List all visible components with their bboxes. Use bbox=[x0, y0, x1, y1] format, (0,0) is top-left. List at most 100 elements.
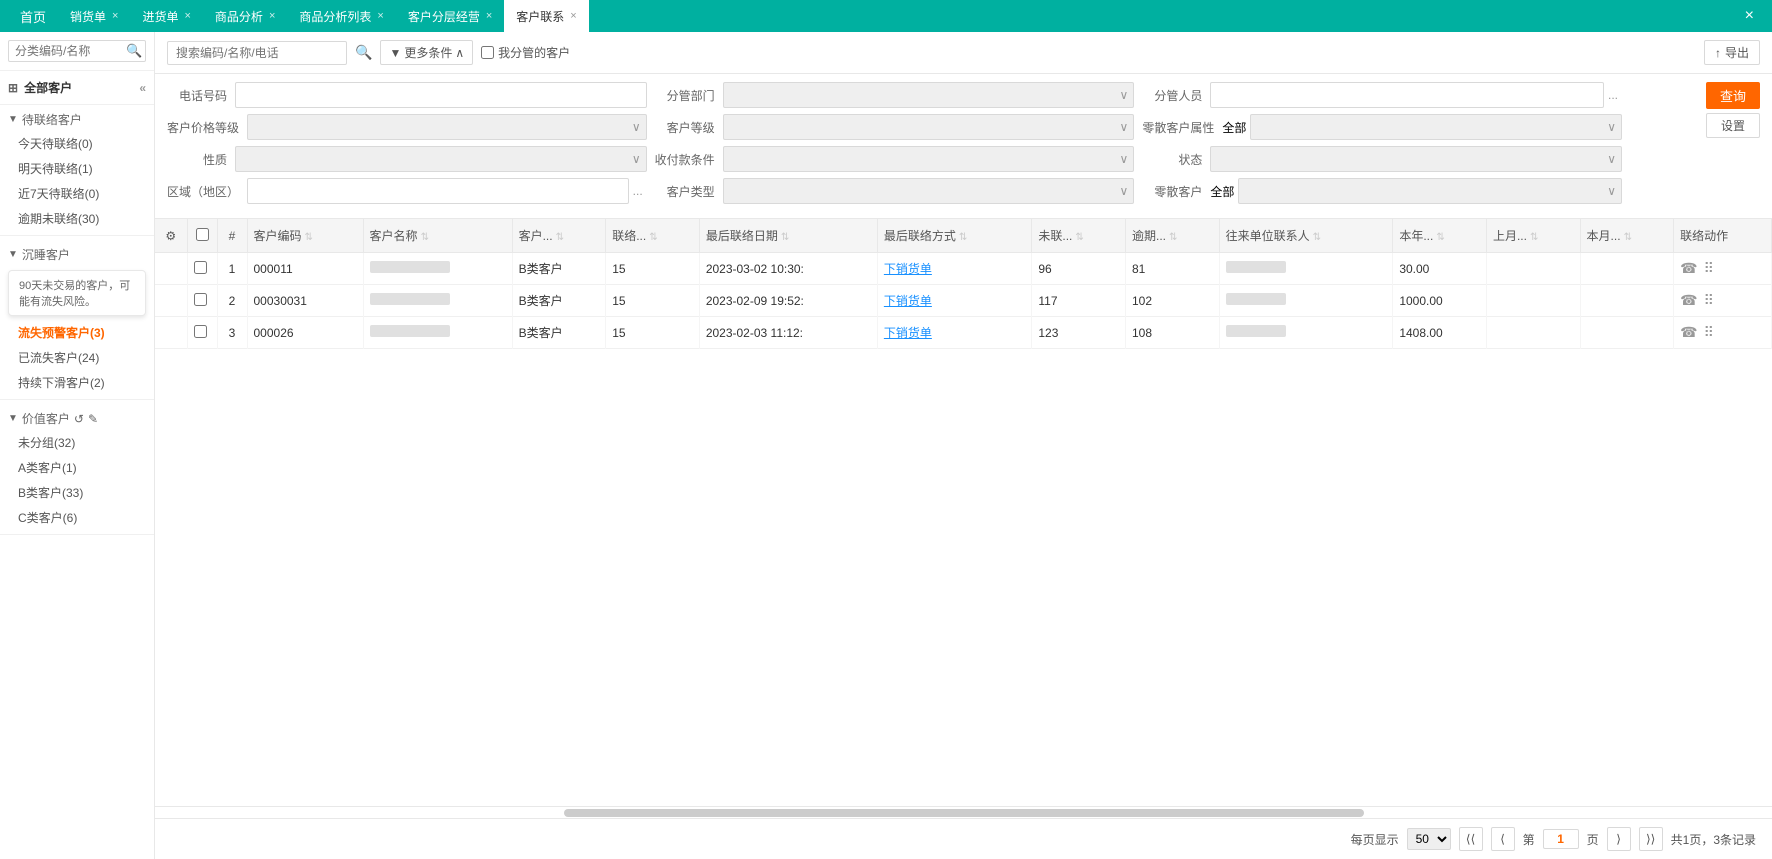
person-input[interactable] bbox=[1210, 82, 1604, 108]
my-customers-checkbox[interactable] bbox=[481, 46, 494, 59]
retail-select[interactable] bbox=[1238, 178, 1622, 204]
td-last-method[interactable]: 下销货单 bbox=[877, 317, 1032, 349]
sidebar-search-row: 🔍 bbox=[0, 32, 154, 71]
customer-type-select[interactable] bbox=[723, 178, 1135, 204]
nav-tab-customer-contact[interactable]: 客户联系 × bbox=[504, 0, 588, 32]
th-this-month[interactable]: 本月...⇅ bbox=[1580, 219, 1674, 253]
payment-select[interactable] bbox=[723, 146, 1135, 172]
td-num: 2 bbox=[217, 285, 247, 317]
retail-attr-select[interactable] bbox=[1250, 114, 1622, 140]
close-customer-contact-icon[interactable]: × bbox=[570, 10, 576, 22]
sidebar-item-churned[interactable]: 已流失客户(24) bbox=[0, 345, 154, 370]
sort-type-icon: ⇅ bbox=[556, 232, 564, 243]
customer-grade-select[interactable] bbox=[723, 114, 1135, 140]
th-contact[interactable]: 联络...⇅ bbox=[606, 219, 700, 253]
action-contact-icon[interactable]: ☎ bbox=[1680, 324, 1697, 341]
sidebar-item-declining[interactable]: 持续下滑客户(2) bbox=[0, 370, 154, 395]
horizontal-scrollbar[interactable] bbox=[155, 806, 1772, 818]
row-checkbox-2[interactable] bbox=[194, 325, 207, 338]
sidebar-item-a-class[interactable]: A类客户(1) bbox=[0, 455, 154, 480]
td-last-method[interactable]: 下销货单 bbox=[877, 285, 1032, 317]
edit-icon[interactable]: ✎ bbox=[88, 412, 98, 426]
close-sales-icon[interactable]: × bbox=[112, 10, 118, 22]
nav-tab-analysis[interactable]: 商品分析 × bbox=[203, 0, 287, 32]
price-grade-select[interactable] bbox=[247, 114, 647, 140]
nav-home[interactable]: 首页 bbox=[8, 7, 58, 26]
dormant-title[interactable]: ▼ 沉睡客户 bbox=[0, 240, 154, 266]
sidebar-item-b-class[interactable]: B类客户(33) bbox=[0, 480, 154, 505]
all-customers-header[interactable]: ⊞ 全部客户 « bbox=[0, 71, 154, 105]
th-last-month[interactable]: 上月...⇅ bbox=[1486, 219, 1580, 253]
sidebar-item-today[interactable]: 今天待联络(0) bbox=[0, 131, 154, 156]
sidebar-item-tomorrow[interactable]: 明天待联络(1) bbox=[0, 156, 154, 181]
export-button[interactable]: ↑ 导出 bbox=[1704, 40, 1760, 65]
action-contact-icon[interactable]: ☎ bbox=[1680, 260, 1697, 277]
th-contact-person[interactable]: 往来单位联系人⇅ bbox=[1219, 219, 1393, 253]
status-select[interactable] bbox=[1210, 146, 1622, 172]
last-page-button[interactable]: ⟩⟩ bbox=[1639, 827, 1663, 851]
settings-button[interactable]: 设置 bbox=[1706, 113, 1760, 138]
close-analysis-list-icon[interactable]: × bbox=[377, 10, 383, 22]
th-unlisted[interactable]: 未联...⇅ bbox=[1032, 219, 1126, 253]
nav-tab-customer-layer[interactable]: 客户分层经营 × bbox=[396, 0, 504, 32]
th-type[interactable]: 客户...⇅ bbox=[512, 219, 606, 253]
page-input[interactable] bbox=[1543, 829, 1579, 849]
th-code[interactable]: 客户编码⇅ bbox=[247, 219, 363, 253]
window-close-icon[interactable]: × bbox=[1735, 7, 1764, 25]
search-input[interactable] bbox=[167, 41, 347, 65]
person-dots[interactable]: ... bbox=[1604, 88, 1622, 102]
td-action: ☎ ⠿ bbox=[1674, 253, 1772, 285]
th-last-method[interactable]: 最后联络方式⇅ bbox=[877, 219, 1032, 253]
table-container: ⚙ # 客户编码⇅ 客户名称⇅ 客户...⇅ 联络...⇅ 最后联络日期⇅ 最后… bbox=[155, 219, 1772, 806]
sidebar-item-churn-warning[interactable]: 流失预警客户(3) bbox=[0, 320, 154, 345]
th-this-year[interactable]: 本年...⇅ bbox=[1393, 219, 1487, 253]
td-last-method[interactable]: 下销货单 bbox=[877, 253, 1032, 285]
close-analysis-icon[interactable]: × bbox=[269, 10, 275, 22]
sidebar-item-week[interactable]: 近7天待联络(0) bbox=[0, 181, 154, 206]
td-person bbox=[1219, 285, 1393, 317]
dept-select[interactable] bbox=[723, 82, 1135, 108]
th-checkbox[interactable] bbox=[187, 219, 217, 253]
select-all-checkbox[interactable] bbox=[196, 228, 209, 241]
td-name bbox=[363, 317, 512, 349]
td-checkbox[interactable] bbox=[187, 285, 217, 317]
region-dots[interactable]: ... bbox=[629, 184, 647, 198]
prev-page-button[interactable]: ⟨ bbox=[1491, 827, 1515, 851]
region-input[interactable] bbox=[247, 178, 629, 204]
td-checkbox[interactable] bbox=[187, 317, 217, 349]
td-num: 3 bbox=[217, 317, 247, 349]
value-title[interactable]: ▼ 价值客户 ↺ ✎ bbox=[0, 404, 154, 430]
th-name[interactable]: 客户名称⇅ bbox=[363, 219, 512, 253]
collapse-icon[interactable]: « bbox=[139, 81, 146, 95]
action-contact-icon[interactable]: ☎ bbox=[1680, 292, 1697, 309]
nav-tab-sales[interactable]: 销货单 × bbox=[58, 0, 130, 32]
first-page-button[interactable]: ⟨⟨ bbox=[1459, 827, 1483, 851]
refresh-icon[interactable]: ↺ bbox=[74, 412, 84, 426]
td-last-date: 2023-03-02 10:30: bbox=[699, 253, 877, 285]
close-customer-layer-icon[interactable]: × bbox=[486, 10, 492, 22]
sidebar-item-overdue[interactable]: 逾期未联络(30) bbox=[0, 206, 154, 231]
sidebar-item-c-class[interactable]: C类客户(6) bbox=[0, 505, 154, 530]
pending-contact-title[interactable]: ▼ 待联络客户 bbox=[0, 105, 154, 131]
th-settings[interactable]: ⚙ bbox=[155, 219, 187, 253]
row-checkbox-1[interactable] bbox=[194, 293, 207, 306]
search-button[interactable]: 🔍 bbox=[355, 44, 372, 61]
td-checkbox[interactable] bbox=[187, 253, 217, 285]
phone-input[interactable] bbox=[235, 82, 647, 108]
per-page-select[interactable]: 50 bbox=[1407, 828, 1451, 850]
nav-tab-analysis-list[interactable]: 商品分析列表 × bbox=[287, 0, 395, 32]
next-page-button[interactable]: ⟩ bbox=[1607, 827, 1631, 851]
th-last-date[interactable]: 最后联络日期⇅ bbox=[699, 219, 877, 253]
action-more-icon[interactable]: ⠿ bbox=[1704, 292, 1714, 309]
action-more-icon[interactable]: ⠿ bbox=[1704, 324, 1714, 341]
more-filter-button[interactable]: ▼ 更多条件 ∧ bbox=[380, 40, 473, 65]
action-more-icon[interactable]: ⠿ bbox=[1704, 260, 1714, 277]
gender-field: 性质 ∨ bbox=[167, 146, 647, 172]
close-purchase-icon[interactable]: × bbox=[184, 10, 190, 22]
sidebar-item-ungroup[interactable]: 未分组(32) bbox=[0, 430, 154, 455]
th-overdue[interactable]: 逾期...⇅ bbox=[1125, 219, 1219, 253]
gender-select[interactable] bbox=[235, 146, 647, 172]
query-button[interactable]: 查询 bbox=[1706, 82, 1760, 109]
row-checkbox-0[interactable] bbox=[194, 261, 207, 274]
nav-tab-purchase[interactable]: 进货单 × bbox=[130, 0, 202, 32]
